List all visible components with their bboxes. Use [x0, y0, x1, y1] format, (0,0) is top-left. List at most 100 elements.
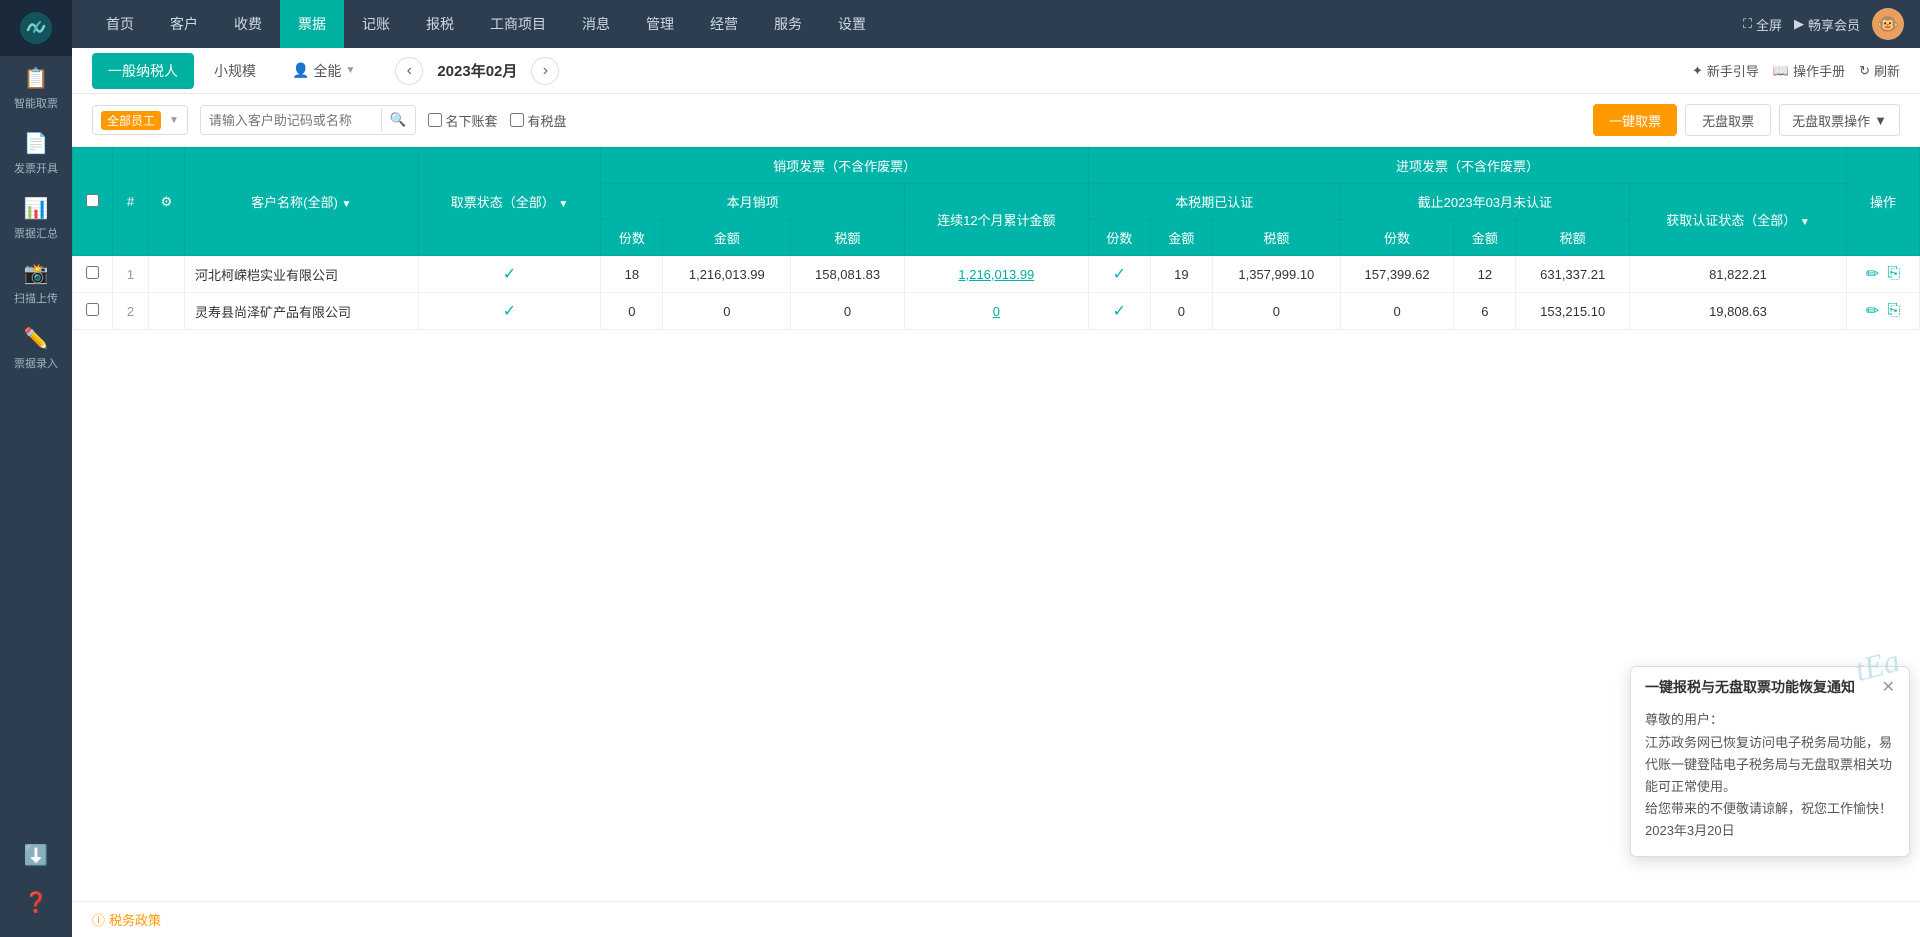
- nav-settings[interactable]: 设置: [820, 0, 884, 48]
- bottom-bar: ⓘ 税务政策: [72, 901, 1920, 937]
- row-cumulative-1: 0: [904, 293, 1088, 330]
- th-before-march: 截止2023年03月未认证: [1340, 184, 1629, 220]
- fullscreen-icon: ⛶: [1743, 16, 1752, 32]
- tax-policy-link[interactable]: ⓘ 税务政策: [92, 910, 161, 929]
- row-action-1: ✏ ⎘: [1847, 293, 1920, 330]
- smart-fetch-icon: 📋: [24, 66, 49, 91]
- nav-home[interactable]: 首页: [88, 0, 152, 48]
- row-purchase-uncert-count-1: 6: [1454, 293, 1516, 330]
- account-checkbox[interactable]: [428, 113, 442, 127]
- copy-icon-1[interactable]: ⎘: [1887, 302, 1900, 320]
- th-purchase-cert-tax: 税额: [1212, 220, 1340, 256]
- row-purchase-cert-amount-1: 0: [1212, 293, 1340, 330]
- new-guide-btn[interactable]: ✦ 新手引导: [1692, 61, 1759, 80]
- row-status-1: ✓: [418, 293, 601, 330]
- cert-status-icon-0: ✓: [1113, 266, 1126, 283]
- row-num-0: 1: [113, 256, 149, 293]
- one-click-btn[interactable]: 一键取票: [1593, 104, 1677, 136]
- th-status[interactable]: 取票状态（全部） ▼: [418, 148, 601, 256]
- row-settings-1: [149, 293, 185, 330]
- prev-period-btn[interactable]: ‹: [395, 57, 423, 85]
- sidebar-item-invoice-summary[interactable]: 📊 票据汇总: [0, 186, 72, 251]
- tab-all[interactable]: 👤 全能 ▼: [276, 53, 371, 89]
- sidebar: 📋 智能取票 📄 发票开具 📊 票据汇总 📸 扫描上传 ✏️ 票据录入 ⬇️ ❓: [0, 0, 72, 937]
- nav-tax[interactable]: 报税: [408, 0, 472, 48]
- nav-receivable[interactable]: 收费: [216, 0, 280, 48]
- fullscreen-btn[interactable]: ⛶ 全屏: [1743, 15, 1782, 34]
- row-cumulative-0: 1,216,013.99: [904, 256, 1088, 293]
- nav-message[interactable]: 消息: [564, 0, 628, 48]
- row-settings-0: [149, 256, 185, 293]
- download-icon[interactable]: ⬇️: [18, 837, 55, 874]
- th-month-sales: 本月销项: [601, 184, 904, 220]
- tax-policy-icon: ⓘ: [92, 910, 105, 929]
- status-icon-1: ✓: [503, 303, 516, 320]
- dropdown-arrow-icon: ▼: [1874, 113, 1887, 128]
- th-cert-status[interactable]: 获取认证状态（全部） ▼: [1629, 184, 1846, 256]
- tab-small-scale[interactable]: 小规模: [198, 53, 272, 89]
- tab-bar: 一般纳税人 小规模 👤 全能 ▼ ‹ 2023年02月 › ✦ 新手引导: [72, 48, 1920, 94]
- sidebar-item-smart-fetch[interactable]: 📋 智能取票: [0, 56, 72, 121]
- search-btn[interactable]: 🔍: [381, 108, 415, 132]
- refresh-icon: ↻: [1859, 63, 1870, 79]
- row-sales-count-1: 0: [601, 293, 663, 330]
- nav-invoice[interactable]: 票据: [280, 0, 344, 48]
- th-customer[interactable]: 客户名称(全部) ▼: [185, 148, 419, 256]
- nav-admin[interactable]: 管理: [628, 0, 692, 48]
- no-disk-ops-btn[interactable]: 无盘取票操作 ▼: [1779, 104, 1900, 136]
- row-purchase-uncert-amount-0: 631,337.21: [1516, 256, 1630, 293]
- th-purchase-cert-count: 份数: [1088, 220, 1150, 256]
- tab-all-arrow: ▼: [345, 65, 355, 76]
- filter-bar: 全部员工 ▼ 🔍 名下账套 有税盘 一键取票 无盘取票: [72, 94, 1920, 147]
- row-customer-1: 灵寿县尚泽矿产品有限公司: [185, 293, 419, 330]
- nav-business[interactable]: 工商项目: [472, 0, 564, 48]
- help-icon[interactable]: ❓: [18, 884, 55, 921]
- status-icon-0: ✓: [503, 266, 516, 283]
- member-icon: ▶: [1794, 16, 1804, 32]
- row-cert-status-0: ✓: [1088, 256, 1150, 293]
- select-all-checkbox[interactable]: [86, 194, 99, 207]
- notification-popup: tEa 一键报税与无盘取票功能恢复通知 ✕ 尊敬的用户：江苏政务网已恢复访问电子…: [1630, 666, 1910, 857]
- th-cumulative: 连续12个月累计金额: [904, 184, 1088, 256]
- sidebar-logo: [0, 0, 72, 56]
- nav-service[interactable]: 服务: [756, 0, 820, 48]
- sidebar-bottom: ⬇️ ❓: [18, 837, 55, 937]
- member-btn[interactable]: ▶ 畅享会员: [1794, 15, 1860, 34]
- row-sales-amount-0: 1,216,013.99: [663, 256, 791, 293]
- table-row: 1 河北柯嵘桤实业有限公司 ✓ 18 1,216,013.99 158,081.…: [73, 256, 1920, 293]
- disk-check[interactable]: 有税盘: [510, 111, 567, 130]
- nav-operation[interactable]: 经营: [692, 0, 756, 48]
- nav-customer[interactable]: 客户: [152, 0, 216, 48]
- avatar[interactable]: 🐵: [1872, 8, 1904, 40]
- nav-bookkeeping[interactable]: 记账: [344, 0, 408, 48]
- tab-general-taxpayer[interactable]: 一般纳税人: [92, 53, 194, 89]
- account-check[interactable]: 名下账套: [428, 111, 498, 130]
- row-purchase-uncert-tax-1: 19,808.63: [1629, 293, 1846, 330]
- tab-right-actions: ✦ 新手引导 📖 操作手册 ↻ 刷新: [1692, 61, 1900, 80]
- row-checkbox-0[interactable]: [86, 266, 99, 279]
- invoice-summary-icon: 📊: [24, 196, 49, 221]
- row-checkbox-1[interactable]: [86, 303, 99, 316]
- row-status-0: ✓: [418, 256, 601, 293]
- manual-btn[interactable]: 📖 操作手册: [1773, 61, 1845, 80]
- edit-icon-1[interactable]: ✏: [1866, 301, 1879, 321]
- th-purchase-uncert-tax: 税额: [1516, 220, 1630, 256]
- th-checkbox: [73, 148, 113, 256]
- sidebar-item-scan-upload[interactable]: 📸 扫描上传: [0, 251, 72, 316]
- search-input[interactable]: [201, 109, 381, 132]
- employee-filter[interactable]: 全部员工 ▼: [92, 105, 188, 135]
- manual-icon: 📖: [1773, 63, 1789, 79]
- sidebar-item-invoice-open[interactable]: 📄 发票开具: [0, 121, 72, 186]
- th-purchase-cert-amount: 金额: [1150, 220, 1212, 256]
- th-settings: ⚙: [149, 148, 185, 256]
- th-num: #: [113, 148, 149, 256]
- next-period-btn[interactable]: ›: [531, 57, 559, 85]
- edit-icon-0[interactable]: ✏: [1866, 264, 1879, 284]
- copy-icon-0[interactable]: ⎘: [1887, 265, 1900, 283]
- no-disk-btn[interactable]: 无盘取票: [1685, 104, 1771, 136]
- refresh-btn[interactable]: ↻ 刷新: [1859, 61, 1900, 80]
- invoice-open-icon: 📄: [24, 131, 49, 156]
- sidebar-item-data-entry[interactable]: ✏️ 票据录入: [0, 316, 72, 381]
- disk-checkbox[interactable]: [510, 113, 524, 127]
- new-guide-icon: ✦: [1692, 63, 1703, 79]
